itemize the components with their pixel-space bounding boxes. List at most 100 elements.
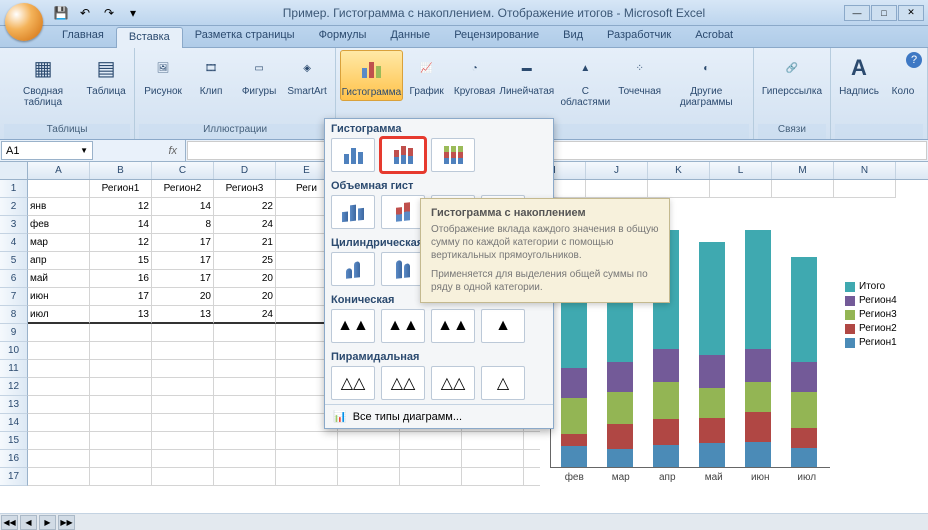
maximize-button[interactable]: □ [871, 5, 897, 21]
cell[interactable]: 20 [214, 288, 276, 306]
other-charts-button[interactable]: ◐Другие диаграммы [664, 50, 749, 110]
tab-page-layout[interactable]: Разметка страницы [183, 26, 307, 47]
cell[interactable]: 25 [214, 252, 276, 270]
chart-pyr-stacked[interactable]: △△ [381, 366, 425, 400]
tab-home[interactable]: Главная [50, 26, 116, 47]
cell[interactable]: 17 [152, 234, 214, 252]
cell[interactable] [214, 324, 276, 342]
cell[interactable] [400, 432, 462, 450]
cell[interactable] [462, 468, 524, 486]
name-box[interactable]: A1▼ [1, 141, 93, 160]
tab-insert[interactable]: Вставка [116, 27, 183, 48]
column-header[interactable]: L [710, 162, 772, 179]
cell[interactable]: 12 [90, 234, 152, 252]
row-header[interactable]: 13 [0, 396, 28, 414]
chart-3d-clustered[interactable] [331, 195, 375, 229]
chart-segment[interactable] [561, 368, 587, 398]
cell[interactable] [28, 180, 90, 198]
chart-segment[interactable] [653, 419, 679, 445]
column-header[interactable]: A [28, 162, 90, 179]
chart-pyr-3d[interactable]: △ [481, 366, 525, 400]
close-button[interactable]: ✕ [898, 5, 924, 21]
cell[interactable]: Регион1 [90, 180, 152, 198]
tab-acrobat[interactable]: Acrobat [683, 26, 745, 47]
cell[interactable] [152, 432, 214, 450]
row-header[interactable]: 2 [0, 198, 28, 216]
pie-chart-button[interactable]: ◔Круговая [451, 50, 499, 99]
cell[interactable]: 17 [90, 288, 152, 306]
cell[interactable] [214, 432, 276, 450]
tab-view[interactable]: Вид [551, 26, 595, 47]
cell[interactable] [648, 180, 710, 198]
bar-chart-button[interactable]: ▬Линейчатая [499, 50, 555, 99]
cell[interactable] [28, 414, 90, 432]
chart-stacked-column[interactable] [381, 138, 425, 172]
cell[interactable]: июл [28, 306, 90, 324]
chart-segment[interactable] [653, 349, 679, 382]
hyperlink-button[interactable]: 🔗Гиперссылка [758, 50, 826, 99]
help-icon[interactable]: ? [906, 52, 922, 68]
tab-developer[interactable]: Разработчик [595, 26, 683, 47]
chart-segment[interactable] [561, 398, 587, 434]
fx-icon[interactable]: fx [168, 145, 177, 157]
cell[interactable] [152, 450, 214, 468]
tab-formulas[interactable]: Формулы [307, 26, 379, 47]
cell[interactable] [338, 450, 400, 468]
chart-segment[interactable] [745, 442, 771, 468]
row-header[interactable]: 12 [0, 378, 28, 396]
cell[interactable]: 20 [152, 288, 214, 306]
chart-segment[interactable] [791, 428, 817, 448]
chart-segment[interactable] [653, 382, 679, 420]
legend-item[interactable]: Итого [845, 281, 920, 292]
cell[interactable]: Регион3 [214, 180, 276, 198]
cell[interactable]: 13 [152, 306, 214, 324]
cell[interactable]: 14 [90, 216, 152, 234]
chart-cyl-stacked[interactable] [381, 252, 425, 286]
pivot-table-button[interactable]: ▦Сводная таблица [4, 50, 82, 110]
chart-cone-100-stacked[interactable]: ▲▲ [431, 309, 475, 343]
cell[interactable] [152, 378, 214, 396]
row-header[interactable]: 9 [0, 324, 28, 342]
cell[interactable]: 15 [90, 252, 152, 270]
cell[interactable]: мар [28, 234, 90, 252]
cell[interactable] [586, 180, 648, 198]
cell[interactable] [152, 342, 214, 360]
column-header[interactable]: N [834, 162, 896, 179]
column-chart-button[interactable]: Гистограмма [340, 50, 403, 101]
cell[interactable] [462, 450, 524, 468]
cell[interactable] [276, 468, 338, 486]
column-header[interactable]: M [772, 162, 834, 179]
undo-icon[interactable]: ↶ [74, 2, 96, 24]
chart-segment[interactable] [607, 424, 633, 450]
cell[interactable]: 16 [90, 270, 152, 288]
chart-clustered-column[interactable] [331, 138, 375, 172]
cell[interactable] [338, 432, 400, 450]
chart-segment[interactable] [745, 230, 771, 349]
chart-segment[interactable] [561, 446, 587, 467]
cell[interactable] [90, 360, 152, 378]
minimize-button[interactable]: — [844, 5, 870, 21]
chart-segment[interactable] [699, 443, 725, 467]
column-header[interactable]: B [90, 162, 152, 179]
chart-segment[interactable] [745, 349, 771, 382]
legend-item[interactable]: Регион1 [845, 337, 920, 348]
cell[interactable]: янв [28, 198, 90, 216]
row-header[interactable]: 4 [0, 234, 28, 252]
cell[interactable]: 24 [214, 306, 276, 324]
chart-cone-stacked[interactable]: ▲▲ [381, 309, 425, 343]
chart-segment[interactable] [699, 418, 725, 444]
row-header[interactable]: 5 [0, 252, 28, 270]
picture-button[interactable]: 🖼Рисунок [139, 50, 187, 99]
chart-segment[interactable] [699, 388, 725, 418]
cell[interactable] [400, 450, 462, 468]
cell[interactable] [90, 414, 152, 432]
formula-input[interactable] [187, 141, 927, 160]
cell[interactable] [214, 468, 276, 486]
all-chart-types-button[interactable]: 📊 Все типы диаграмм... [325, 404, 553, 428]
cell[interactable] [28, 342, 90, 360]
chart-segment[interactable] [791, 448, 817, 468]
cell[interactable] [90, 342, 152, 360]
cell[interactable] [28, 324, 90, 342]
chart-segment[interactable] [745, 412, 771, 442]
cell[interactable] [214, 396, 276, 414]
